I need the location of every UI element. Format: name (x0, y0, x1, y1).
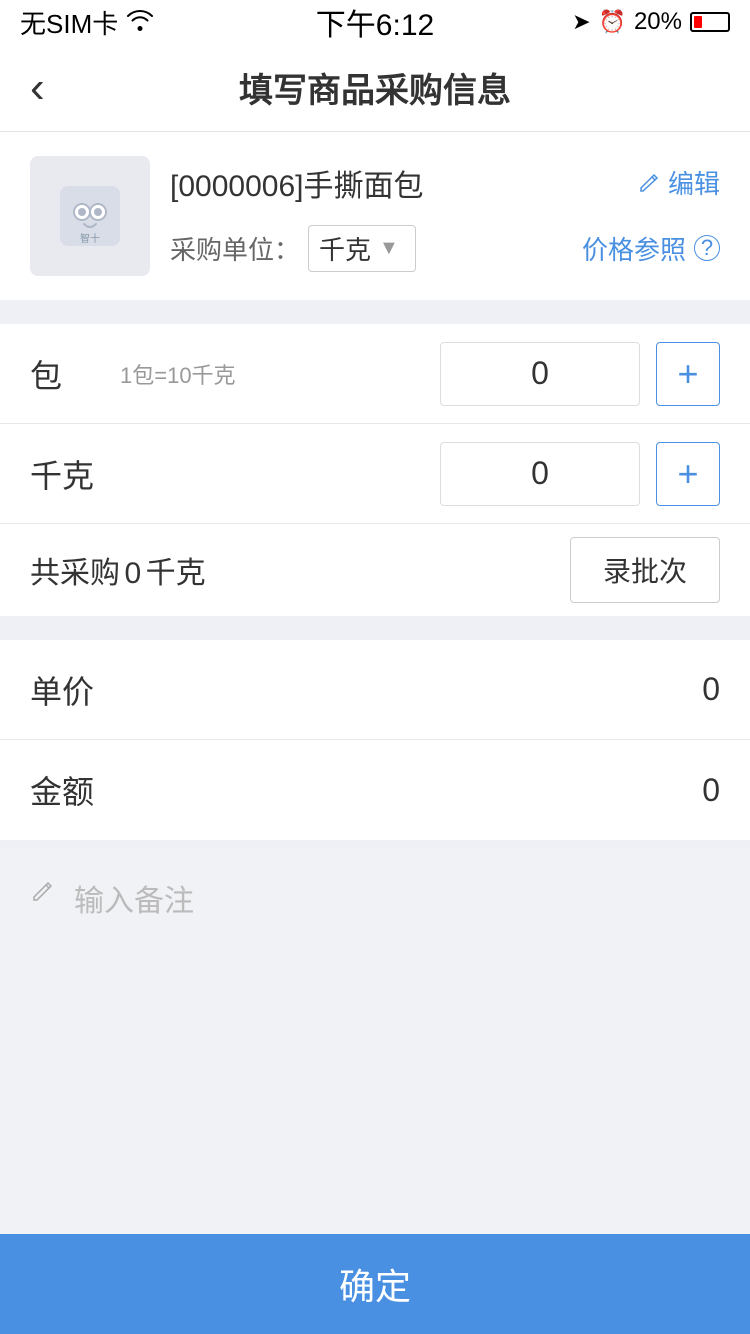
edit-button[interactable]: 编辑 (638, 164, 720, 201)
bag-sublabel: 1包=10千克 (120, 358, 236, 390)
price-ref-button[interactable]: 价格参照 ? (582, 230, 720, 267)
page-title: 填写商品采购信息 (239, 63, 511, 112)
record-batch-label: 录批次 (603, 556, 687, 587)
help-icon: ? (694, 235, 720, 261)
wifi-icon (126, 7, 154, 38)
note-section[interactable]: 输入备注 (0, 848, 750, 1234)
bag-quantity-input[interactable] (440, 342, 640, 406)
kg-input-right: + (110, 442, 720, 506)
svg-text:智十: 智十 (80, 232, 100, 245)
bag-input-right: + (236, 342, 720, 406)
product-info: [0000006]手撕面包 编辑 采购单位： 千克 ▼ 价格参照 ? (170, 161, 720, 272)
summary-row: 共采购 0 千克 录批次 (0, 524, 750, 624)
kg-row: 千克 + (0, 424, 750, 524)
bag-label: 包 (30, 351, 110, 397)
product-header: [0000006]手撕面包 编辑 (170, 161, 720, 205)
product-full-name: [0000006]手撕面包 (170, 161, 423, 205)
back-button[interactable]: ‹ (30, 63, 45, 113)
unit-label: 采购单位： 千克 ▼ (170, 225, 416, 272)
edit-label: 编辑 (668, 164, 720, 201)
bag-row: 包 1包=10千克 + (0, 324, 750, 424)
section-divider-1 (0, 308, 750, 324)
price-ref-label: 价格参照 (582, 230, 686, 267)
battery-icon (690, 12, 730, 32)
summary-text: 共采购 0 千克 (30, 548, 206, 592)
record-batch-button[interactable]: 录批次 (570, 537, 720, 603)
status-left: 无SIM卡 (20, 4, 154, 41)
kg-plus-button[interactable]: + (656, 442, 720, 506)
status-right: ➤ ⏰ 20% (572, 8, 730, 36)
location-icon: ➤ (572, 9, 590, 35)
amount-label: 金额 (30, 767, 94, 813)
nav-bar: ‹ 填写商品采购信息 (0, 44, 750, 132)
unit-price-label: 单价 (30, 667, 94, 713)
quantity-section: 包 1包=10千克 + 千克 + (0, 324, 750, 524)
unit-price-row: 单价 0 (0, 640, 750, 740)
note-input-area: 输入备注 (30, 876, 720, 920)
bag-plus-button[interactable]: + (656, 342, 720, 406)
note-placeholder: 输入备注 (74, 876, 194, 920)
confirm-button[interactable]: 确定 (0, 1234, 750, 1334)
product-unit-row: 采购单位： 千克 ▼ 价格参照 ? (170, 225, 720, 272)
sim-text: 无SIM卡 (20, 4, 118, 41)
price-amount-section: 单价 0 金额 0 (0, 640, 750, 848)
amount-row: 金额 0 (0, 740, 750, 840)
kg-quantity-input[interactable] (440, 442, 640, 506)
confirm-label: 确定 (339, 1258, 411, 1310)
status-time: 下午6:12 (316, 0, 434, 44)
unit-value: 千克 (319, 230, 371, 267)
battery-percent: 20% (634, 8, 682, 36)
product-image: 智十 (30, 156, 150, 276)
pencil-icon (30, 876, 58, 912)
unit-select[interactable]: 千克 ▼ (308, 225, 416, 272)
kg-label: 千克 (30, 451, 110, 497)
summary-prefix: 共采购 (30, 557, 120, 590)
status-bar: 无SIM卡 下午6:12 ➤ ⏰ 20% (0, 0, 750, 44)
chevron-down-icon: ▼ (379, 237, 399, 260)
section-divider-2 (0, 624, 750, 640)
summary-amount: 0 (124, 557, 141, 590)
product-image-placeholder: 智十 (60, 186, 120, 246)
alarm-icon: ⏰ (599, 9, 626, 35)
amount-value: 0 (702, 772, 720, 809)
unit-price-value: 0 (702, 671, 720, 708)
unit-label-text: 采购单位： (170, 230, 300, 267)
product-card: 智十 [0000006]手撕面包 编辑 采购单位： 千克 ▼ (0, 132, 750, 308)
summary-unit: 千克 (146, 557, 206, 590)
